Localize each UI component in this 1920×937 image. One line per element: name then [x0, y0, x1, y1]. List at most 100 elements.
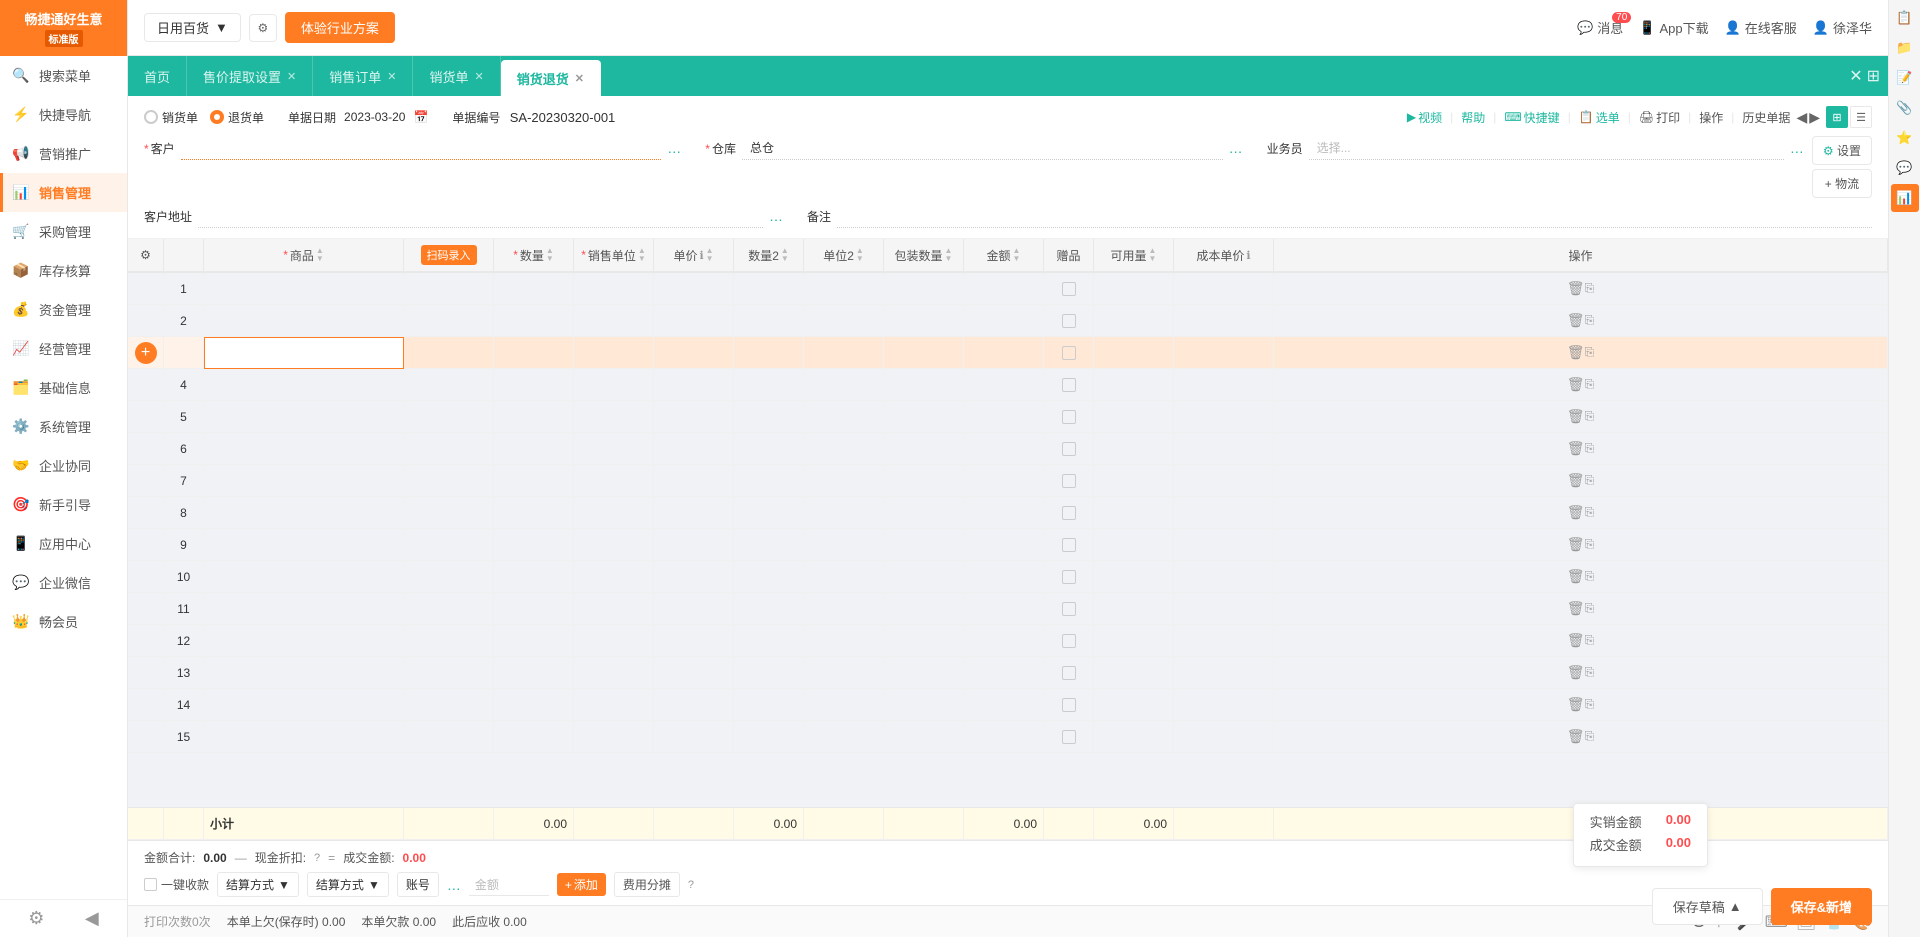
row-2-pkg[interactable]: [884, 305, 964, 337]
next-arrow[interactable]: ▶: [1809, 109, 1820, 126]
row-1-unit2[interactable]: [804, 273, 884, 305]
delete-btn[interactable]: 🗑: [1567, 600, 1585, 617]
sidebar-item-system[interactable]: ⚙️ 系统管理: [0, 407, 127, 446]
copy-btn[interactable]: ⎘: [1585, 697, 1595, 712]
sidebar-item-wechat[interactable]: 💬 企业微信: [0, 563, 127, 602]
copy-btn[interactable]: ⎘: [1585, 441, 1595, 456]
row-3-cost[interactable]: [1174, 337, 1274, 369]
grid-view-button[interactable]: ⊞: [1826, 106, 1848, 128]
sidebar-item-marketing[interactable]: 📢 营销推广: [0, 134, 127, 173]
row-2-gift[interactable]: [1044, 305, 1094, 337]
delete-btn[interactable]: 🗑: [1567, 728, 1585, 745]
address-input[interactable]: [198, 204, 763, 228]
tab-sales-return[interactable]: 销货退货 ✕: [501, 60, 601, 96]
add-button[interactable]: + 添加: [557, 873, 606, 896]
delete-btn[interactable]: 🗑: [1567, 568, 1585, 585]
right-panel-btn-7[interactable]: 📊: [1891, 184, 1919, 212]
product-sort[interactable]: ▲▼: [316, 247, 324, 263]
print-link[interactable]: 🖨 打印: [1639, 109, 1680, 126]
cost-info-icon[interactable]: ℹ: [1246, 249, 1250, 262]
warehouse-ellipsis[interactable]: …: [1229, 140, 1243, 156]
close-tab-button[interactable]: ✕: [1849, 66, 1862, 86]
amount-field[interactable]: 金额: [469, 874, 549, 896]
row-1-price[interactable]: [654, 273, 734, 305]
radio-delivery[interactable]: 销货单: [144, 109, 198, 126]
delete-row-3-button[interactable]: 🗑: [1567, 344, 1585, 361]
right-panel-btn-1[interactable]: 📋: [1891, 4, 1919, 32]
app-download-button[interactable]: 📱 App下载: [1639, 18, 1708, 37]
copy-btn[interactable]: ⎘: [1585, 377, 1595, 392]
gift-checkbox-3[interactable]: [1062, 346, 1076, 360]
gift-cb[interactable]: [1062, 442, 1076, 456]
gift-cb[interactable]: [1062, 698, 1076, 712]
row-1-product[interactable]: [204, 273, 404, 305]
sidebar-item-finance[interactable]: 💰 资金管理: [0, 290, 127, 329]
save-new-button[interactable]: 保存&新增: [1771, 888, 1872, 925]
tab-sales-delivery[interactable]: 销货单 ✕: [413, 56, 500, 96]
row-3-amount[interactable]: [964, 337, 1044, 369]
salesperson-ellipsis[interactable]: …: [1790, 140, 1804, 156]
gift-checkbox-1[interactable]: [1062, 282, 1076, 296]
customer-input[interactable]: [181, 136, 662, 160]
delete-btn[interactable]: 🗑: [1567, 504, 1585, 521]
customer-ellipsis[interactable]: …: [667, 140, 681, 156]
row-2-amount[interactable]: [964, 305, 1044, 337]
experience-button[interactable]: 体验行业方案: [285, 12, 395, 43]
tab-close-icon[interactable]: ✕: [475, 70, 484, 83]
settings-bottom-icon[interactable]: ⚙: [28, 908, 44, 929]
tab-price-extract[interactable]: 售价提取设置 ✕: [187, 56, 313, 96]
fee-info-icon[interactable]: ?: [688, 879, 694, 891]
sidebar-item-search[interactable]: 🔍 搜索菜单: [0, 56, 127, 95]
gift-cb[interactable]: [1062, 602, 1076, 616]
row-1-unit[interactable]: [574, 273, 654, 305]
row-3-qty[interactable]: [494, 337, 574, 369]
row-3-avail[interactable]: [1094, 337, 1174, 369]
row-2-price[interactable]: [654, 305, 734, 337]
one-click-pay-checkbox[interactable]: 一键收款: [144, 876, 209, 893]
tab-home[interactable]: 首页: [128, 56, 187, 96]
one-click-checkbox[interactable]: [144, 878, 157, 891]
row-3-qty2[interactable]: [734, 337, 804, 369]
price-info-icon[interactable]: ℹ: [699, 249, 703, 262]
history-link[interactable]: 历史单据: [1742, 109, 1790, 126]
unit-sort[interactable]: ▲▼: [638, 247, 646, 263]
sidebar-item-basic[interactable]: 🗂️ 基础信息: [0, 368, 127, 407]
copy-row-3-button[interactable]: ⎘: [1585, 345, 1595, 360]
row-1-avail[interactable]: [1094, 273, 1174, 305]
summary-method-select[interactable]: 结算方式 ▼: [307, 872, 389, 897]
tab-close-icon[interactable]: ✕: [575, 72, 584, 85]
sidebar-item-sales[interactable]: 📊 销售管理: [0, 173, 127, 212]
row-3-unit[interactable]: [574, 337, 654, 369]
gift-cb[interactable]: [1062, 570, 1076, 584]
right-panel-btn-5[interactable]: ⭐: [1891, 124, 1919, 152]
prev-arrow[interactable]: ◀: [1796, 109, 1807, 126]
tab-close-icon[interactable]: ✕: [387, 70, 396, 83]
maximize-tab-button[interactable]: ⊞: [1867, 66, 1880, 86]
copy-row-2-button[interactable]: ⎘: [1585, 313, 1595, 328]
sidebar-item-operations[interactable]: 📈 经营管理: [0, 329, 127, 368]
copy-btn[interactable]: ⎘: [1585, 665, 1595, 680]
row-3-unit2[interactable]: [804, 337, 884, 369]
account-ellipsis[interactable]: …: [447, 877, 461, 893]
row-2-qty[interactable]: [494, 305, 574, 337]
delete-btn[interactable]: 🗑: [1567, 696, 1585, 713]
add-logistics-button[interactable]: + 物流: [1812, 169, 1872, 198]
ops-link[interactable]: 操作: [1699, 109, 1723, 126]
calendar-icon[interactable]: 📅: [413, 110, 428, 124]
copy-btn[interactable]: ⎘: [1585, 537, 1595, 552]
unit2-sort[interactable]: ▲▼: [856, 247, 864, 263]
copy-btn[interactable]: ⎘: [1585, 729, 1595, 744]
row-2-unit2[interactable]: [804, 305, 884, 337]
copy-btn[interactable]: ⎘: [1585, 409, 1595, 424]
row-1-amount[interactable]: [964, 273, 1044, 305]
help-link[interactable]: 帮助: [1461, 109, 1485, 126]
right-panel-btn-4[interactable]: 📎: [1891, 94, 1919, 122]
fee-split-button[interactable]: 费用分摊: [614, 872, 680, 897]
right-panel-btn-2[interactable]: 📁: [1891, 34, 1919, 62]
avail-sort[interactable]: ▲▼: [1149, 247, 1157, 263]
copy-btn[interactable]: ⎘: [1585, 601, 1595, 616]
row-2-cost[interactable]: [1174, 305, 1274, 337]
row-2-unit[interactable]: [574, 305, 654, 337]
qty-sort[interactable]: ▲▼: [546, 247, 554, 263]
right-panel-btn-3[interactable]: 📝: [1891, 64, 1919, 92]
